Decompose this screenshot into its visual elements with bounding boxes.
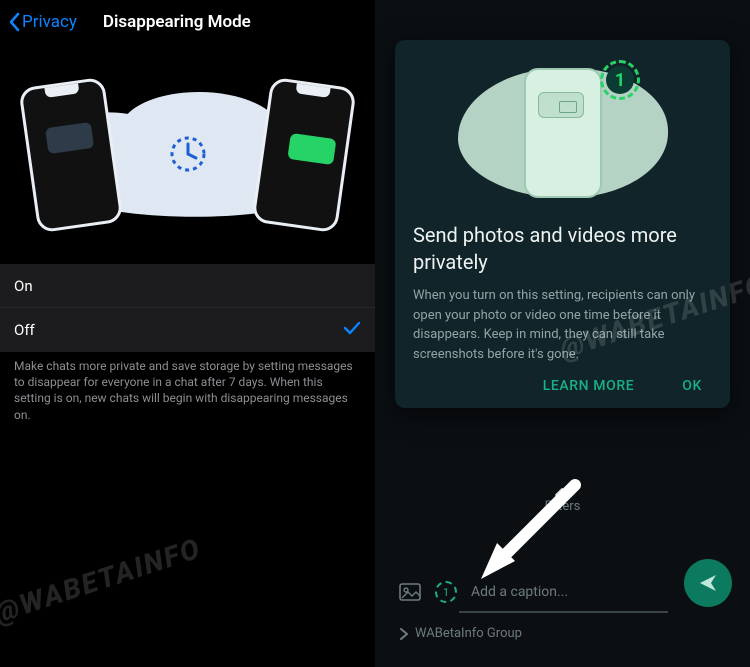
nav-bar: Privacy Disappearing Mode [0,0,375,44]
card-title: Send photos and videos more privately [413,222,712,276]
settings-footer-text: Make chats more private and save storage… [0,352,375,423]
timer-icon [166,132,210,176]
option-on-label: On [14,277,33,295]
recipient-chip[interactable]: WABetaInfo Group [399,626,522,641]
chevron-left-icon [8,12,20,32]
send-icon [697,572,719,594]
phone-icon [524,68,602,198]
page-title: Disappearing Mode [103,12,251,32]
chevron-right-icon [399,628,409,640]
view-once-info-card: 1 Send photos and videos more privately … [395,40,730,408]
option-on[interactable]: On [0,264,375,308]
filters-label: Filters [545,499,581,514]
ok-button[interactable]: OK [682,378,702,394]
card-actions: LEARN MORE OK [413,378,712,394]
view-once-illustration: 1 [413,58,712,208]
disappearing-illustration [18,74,357,234]
send-button[interactable] [684,559,732,607]
recipient-label: WABetaInfo Group [415,626,522,641]
view-once-toggle[interactable]: 1 [435,581,457,603]
caption-row: 1 Add a caption... [399,581,678,603]
back-button[interactable]: Privacy [8,12,77,32]
filters-toggle[interactable]: Filters [545,487,581,514]
caption-input[interactable]: Add a caption... [471,584,568,600]
chevron-up-icon [555,487,571,497]
disappearing-mode-settings-screen: Privacy Disappearing Mode O [0,0,375,667]
view-once-badge-icon: 1 [600,60,640,100]
media-editor-bottom: Filters 1 Add a caption... WABetaInfo Gr… [375,477,750,667]
view-once-media-screen: 1 Send photos and videos more privately … [375,0,750,667]
option-off[interactable]: Off [0,308,375,352]
watermark: @WABETAINFO [0,532,205,630]
option-off-label: Off [14,321,35,339]
checkmark-icon [343,321,361,339]
card-description: When you turn on this setting, recipient… [413,286,712,364]
back-label: Privacy [22,12,77,32]
disappearing-mode-options: On Off [0,264,375,352]
photo-icon [399,583,421,601]
learn-more-button[interactable]: LEARN MORE [543,378,635,394]
